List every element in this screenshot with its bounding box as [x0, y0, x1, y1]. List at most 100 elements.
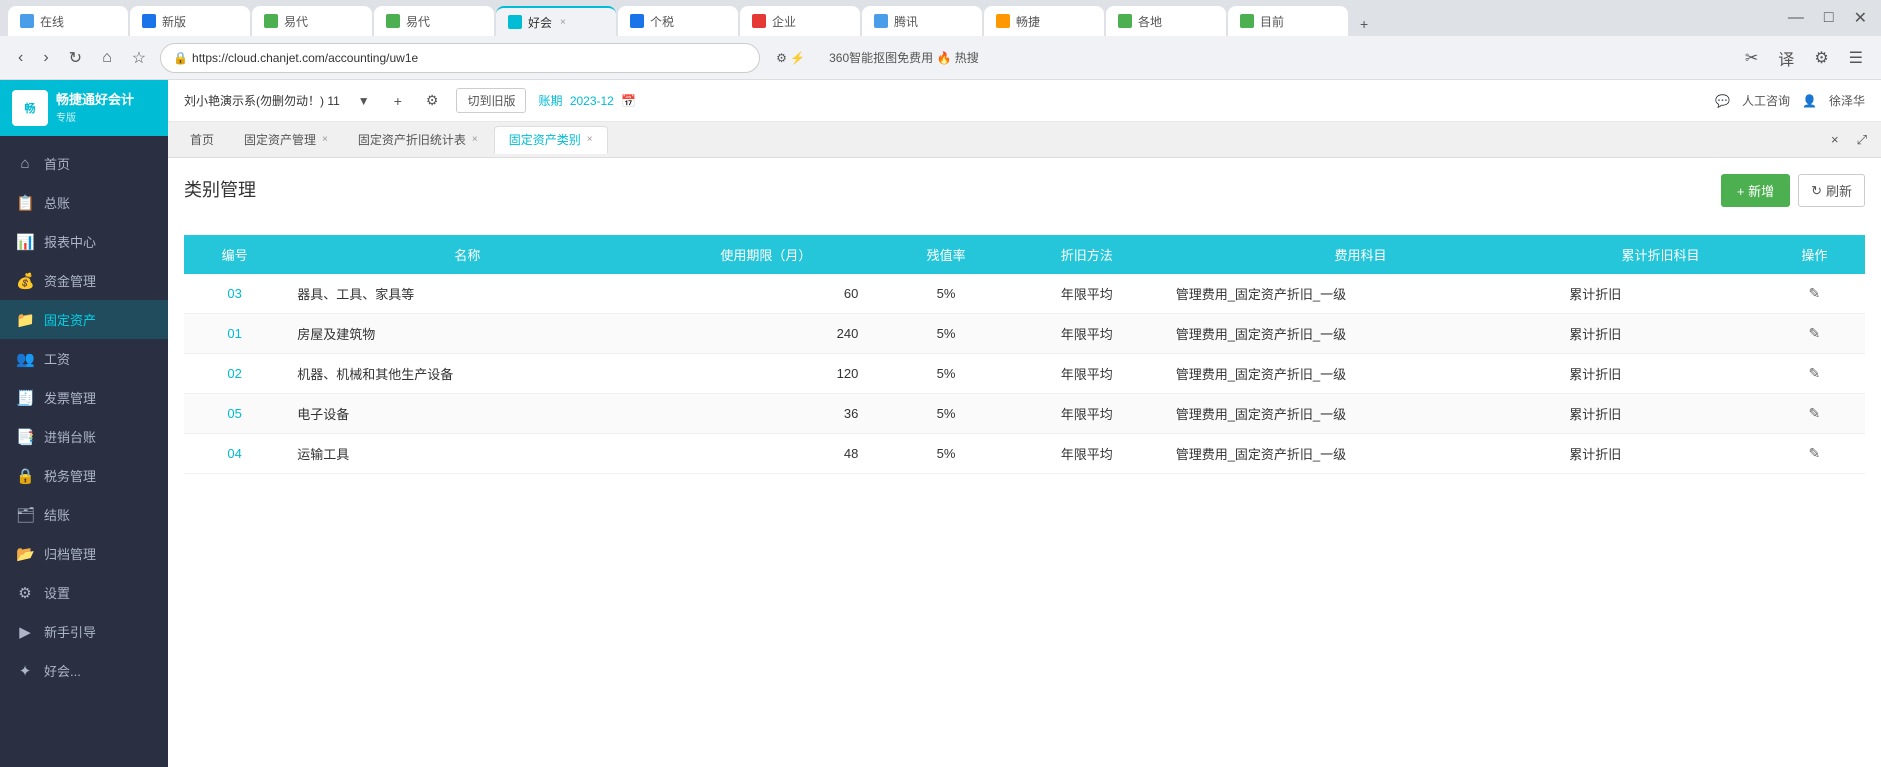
- browser-tab-zaixian[interactable]: 在线: [8, 6, 128, 36]
- sidebar-item-payroll[interactable]: 👥 工资: [0, 339, 168, 378]
- sidebar-item-close-accounts[interactable]: 🗂 结账: [0, 495, 168, 534]
- user-dropdown-btn[interactable]: ▼: [352, 90, 376, 112]
- browser-tab-muqian[interactable]: 目前: [1228, 6, 1348, 36]
- browser-tab-yidai2[interactable]: 易代: [374, 6, 494, 36]
- col-action: 操作: [1764, 235, 1865, 274]
- sidebar-item-settings[interactable]: ⚙ 设置: [0, 573, 168, 612]
- cell-residual: 5%: [882, 394, 1010, 434]
- user-avatar: 👤: [1802, 94, 1817, 108]
- sidebar-label-guide: 新手引导: [44, 622, 96, 641]
- edit-btn-2[interactable]: ✎: [1808, 365, 1820, 382]
- topbar-user: 刘小艳演示系(勿删勿动！) 11: [184, 92, 340, 109]
- browser-tab-yidai1[interactable]: 易代: [252, 6, 372, 36]
- sidebar: 畅 畅捷通好会计 专版 ⌂ 首页 📋 总账 📊 报表中心 💰 资金管理: [0, 80, 168, 767]
- add-account-btn[interactable]: +: [388, 89, 408, 113]
- close-window-btn[interactable]: ✕: [1848, 4, 1873, 32]
- settings-icon[interactable]: ⚙: [1808, 44, 1834, 72]
- tab-asset-management-close[interactable]: ×: [322, 134, 328, 145]
- sidebar-label-reports: 报表中心: [44, 232, 96, 251]
- sidebar-item-reports[interactable]: 📊 报表中心: [0, 222, 168, 261]
- browser-tab-qiye[interactable]: 企业: [740, 6, 860, 36]
- tab-asset-category[interactable]: 固定资产类别 ×: [494, 126, 608, 154]
- sidebar-item-sales[interactable]: 📑 进销台账: [0, 417, 168, 456]
- sidebar-label-haohui: 好会...: [44, 661, 81, 680]
- browser-tab-gedi[interactable]: 各地: [1106, 6, 1226, 36]
- tax-icon: 🔒: [16, 467, 34, 485]
- tab-depreciation-report[interactable]: 固定资产折旧统计表 ×: [344, 126, 492, 154]
- switch-version-btn[interactable]: 切到旧版: [456, 88, 526, 113]
- cell-months: 36: [650, 394, 883, 434]
- sidebar-item-archive[interactable]: 📂 归档管理: [0, 534, 168, 573]
- refresh-icon: ↻: [1811, 183, 1822, 199]
- table-row: 01 房屋及建筑物 240 5% 年限平均 管理费用_固定资产折旧_一级 累计折…: [184, 314, 1865, 354]
- sidebar-toggle[interactable]: ☰: [1843, 44, 1869, 72]
- settings-gear-btn[interactable]: ⚙: [420, 88, 445, 113]
- sidebar-label-ledger: 总账: [44, 193, 70, 212]
- refresh-btn[interactable]: ↻ 刷新: [1798, 174, 1865, 207]
- cell-method: 年限平均: [1010, 314, 1164, 354]
- cell-accum: 累计折旧: [1557, 274, 1763, 314]
- sidebar-logo: 畅 畅捷通好会计 专版: [0, 80, 168, 136]
- home-btn[interactable]: ⌂: [96, 45, 118, 71]
- forward-btn[interactable]: ›: [37, 45, 54, 71]
- tab-depreciation-report-close[interactable]: ×: [472, 134, 478, 145]
- tab-window-close-btn[interactable]: ×: [1825, 128, 1845, 151]
- browser-tab-geshui[interactable]: 个税: [618, 6, 738, 36]
- reload-btn[interactable]: ↻: [63, 44, 88, 72]
- tab-window-expand-btn[interactable]: ⤢: [1851, 128, 1873, 152]
- browser-tab-close-haohui[interactable]: ×: [558, 15, 568, 30]
- logo-text-area: 畅捷通好会计 专版: [56, 92, 134, 124]
- browser-tab-haohui[interactable]: 好会 ×: [496, 6, 616, 36]
- ledger-icon: 📋: [16, 194, 34, 212]
- sidebar-item-fixed-assets[interactable]: 📁 固定资产: [0, 300, 168, 339]
- tab-depreciation-report-label: 固定资产折旧统计表: [358, 131, 466, 148]
- tab-home[interactable]: 首页: [176, 126, 228, 154]
- address-bar[interactable]: 🔒 https://cloud.chanjet.com/accounting/u…: [160, 43, 760, 73]
- cell-name: 电子设备: [285, 394, 649, 434]
- cell-expense: 管理费用_固定资产折旧_一级: [1164, 434, 1558, 474]
- edit-btn-3[interactable]: ✎: [1808, 405, 1820, 422]
- translate-icon[interactable]: 译: [1772, 42, 1800, 74]
- close-accounts-icon: 🗂: [16, 506, 34, 524]
- sidebar-item-home[interactable]: ⌂ 首页: [0, 144, 168, 183]
- sidebar-label-home: 首页: [44, 154, 70, 173]
- cut-icon[interactable]: ✂: [1739, 44, 1764, 72]
- sidebar-item-haohui[interactable]: ✦ 好会...: [0, 651, 168, 690]
- edit-btn-0[interactable]: ✎: [1808, 285, 1820, 302]
- browser-tab-xinban[interactable]: 新版: [130, 6, 250, 36]
- minimize-btn[interactable]: —: [1782, 5, 1810, 31]
- tab-asset-management[interactable]: 固定资产管理 ×: [230, 126, 342, 154]
- invoice-icon: 🧾: [16, 389, 34, 407]
- tab-asset-category-close[interactable]: ×: [587, 134, 593, 145]
- consult-label[interactable]: 人工咨询: [1742, 92, 1790, 109]
- add-btn[interactable]: + 新增: [1721, 174, 1790, 207]
- sidebar-item-finance[interactable]: 💰 资金管理: [0, 261, 168, 300]
- bookmark-btn[interactable]: ☆: [126, 44, 152, 72]
- new-tab-btn[interactable]: +: [1354, 12, 1374, 36]
- cell-accum: 累计折旧: [1557, 434, 1763, 474]
- col-code: 编号: [184, 235, 285, 274]
- cell-months: 48: [650, 434, 883, 474]
- tab-asset-category-label: 固定资产类别: [509, 131, 581, 148]
- sidebar-item-ledger[interactable]: 📋 总账: [0, 183, 168, 222]
- sidebar-label-fixed-assets: 固定资产: [44, 310, 96, 329]
- edit-btn-4[interactable]: ✎: [1808, 445, 1820, 462]
- sidebar-item-invoice[interactable]: 🧾 发票管理: [0, 378, 168, 417]
- back-btn[interactable]: ‹: [12, 45, 29, 71]
- maximize-btn[interactable]: □: [1818, 5, 1840, 31]
- sidebar-item-tax[interactable]: 🔒 税务管理: [0, 456, 168, 495]
- browser-tab-tengxun[interactable]: 腾讯: [862, 6, 982, 36]
- sidebar-label-invoice: 发票管理: [44, 388, 96, 407]
- browser-tab-changjie[interactable]: 畅捷: [984, 6, 1104, 36]
- cell-code: 03: [184, 274, 285, 314]
- table-row: 05 电子设备 36 5% 年限平均 管理费用_固定资产折旧_一级 累计折旧 ✎: [184, 394, 1865, 434]
- data-table: 编号 名称 使用期限（月） 残值率 折旧方法 费用科目 累计折旧科目 操作 03…: [184, 235, 1865, 474]
- cell-accum: 累计折旧: [1557, 314, 1763, 354]
- cell-name: 机器、机械和其他生产设备: [285, 354, 649, 394]
- cell-residual: 5%: [882, 314, 1010, 354]
- sidebar-item-guide[interactable]: ▶ 新手引导: [0, 612, 168, 651]
- table-header-row: 编号 名称 使用期限（月） 残值率 折旧方法 费用科目 累计折旧科目 操作: [184, 235, 1865, 274]
- edit-btn-1[interactable]: ✎: [1808, 325, 1820, 342]
- consult-icon: 💬: [1715, 94, 1730, 108]
- calendar-icon[interactable]: 📅: [621, 94, 636, 108]
